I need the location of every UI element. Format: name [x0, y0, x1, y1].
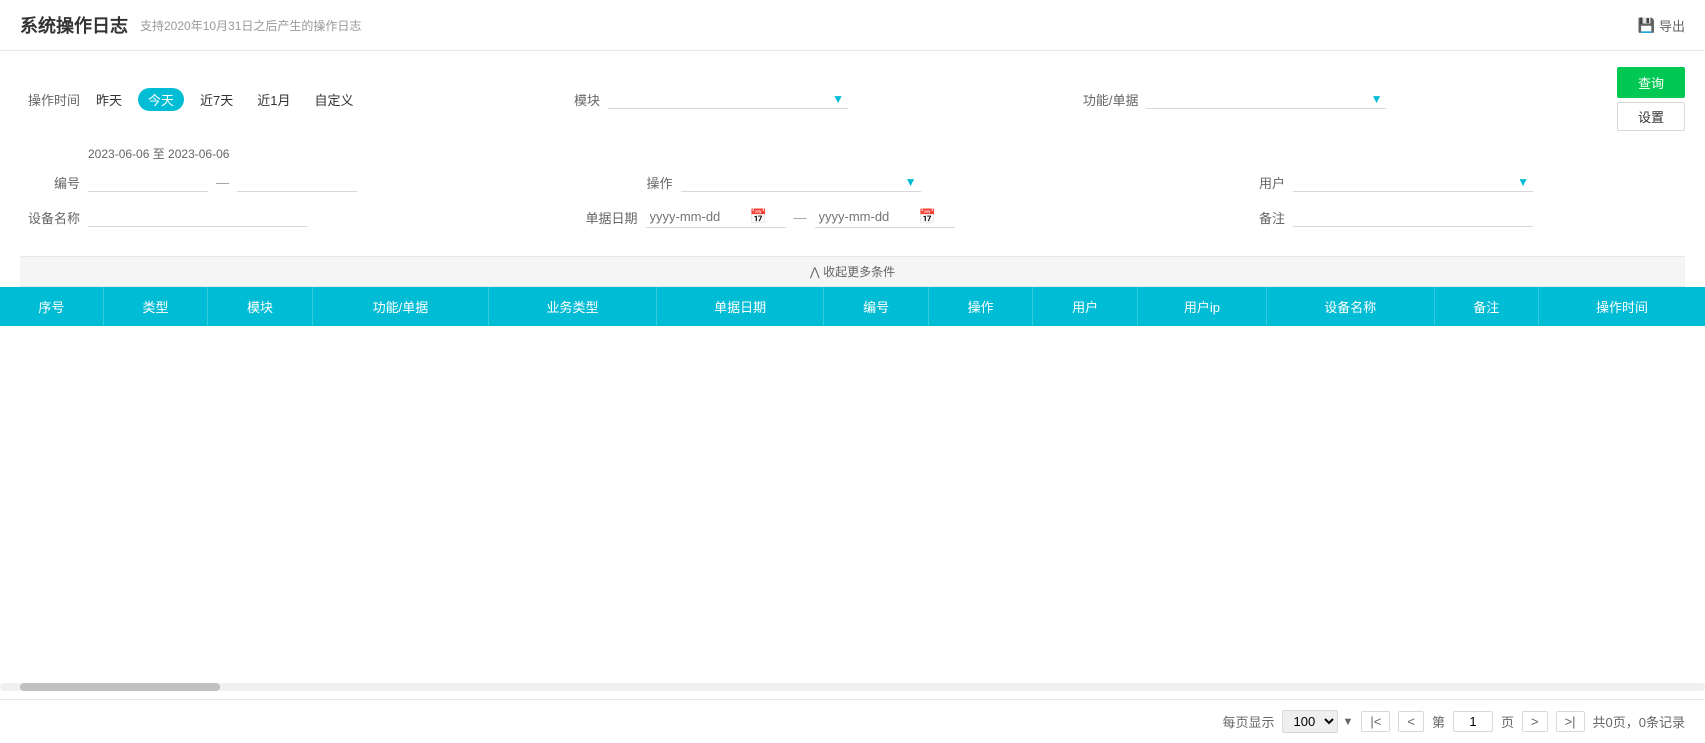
col-user: 用户	[1033, 287, 1137, 326]
page-title: 系统操作日志	[20, 12, 128, 38]
user-dropdown-icon: ▼	[1517, 175, 1529, 189]
calendar-from-icon[interactable]: 📅	[750, 208, 767, 225]
module-filter-group: 模块 ▼	[540, 90, 890, 109]
module-select[interactable]: ▼	[608, 90, 848, 109]
pagination-area: 每页显示 100 50 200 ▼ |< < 第 页 > >| 共0页，0条记录	[0, 699, 1705, 743]
time-btn-yesterday[interactable]: 昨天	[88, 88, 130, 111]
time-filter-group: 操作时间 昨天 今天 近7天 近1月 自定义	[20, 88, 362, 111]
col-biztype: 业务类型	[489, 287, 657, 326]
col-date: 单据日期	[656, 287, 824, 326]
dropdown-arrow-icon: ▼	[1342, 716, 1353, 728]
code-input-start[interactable]	[88, 172, 208, 192]
filter-section: 操作时间 昨天 今天 近7天 近1月 自定义 模块 ▼	[0, 51, 1705, 287]
col-userip: 用户ip	[1137, 287, 1266, 326]
collapse-label: 收起更多条件	[823, 265, 895, 279]
col-optime: 操作时间	[1539, 287, 1705, 326]
col-remark: 备注	[1434, 287, 1538, 326]
table-header-row: 序号 类型 模块 功能/单据 业务类型 单据日期 编号 操作 用户 用户ip 设…	[0, 287, 1705, 326]
time-btn-custom[interactable]: 自定义	[307, 88, 362, 111]
filter-row-1: 操作时间 昨天 今天 近7天 近1月 自定义 模块 ▼	[20, 67, 1685, 131]
scrollbar-thumb[interactable]	[20, 683, 220, 691]
action-buttons: 查询 设置	[1617, 67, 1685, 131]
operation-label: 操作	[613, 173, 673, 192]
calendar-to-icon[interactable]: 📅	[919, 208, 936, 225]
filter-row-2: 编号 — 操作 ▼ 用户	[20, 172, 1685, 192]
col-type: 类型	[103, 287, 207, 326]
time-btn-1month[interactable]: 近1月	[249, 88, 298, 111]
code-input-end[interactable]	[237, 172, 357, 192]
data-table: 序号 类型 模块 功能/单据 业务类型 单据日期 编号 操作 用户 用户ip 设…	[0, 287, 1705, 326]
next-page-button[interactable]: >	[1522, 711, 1548, 732]
collapse-bar[interactable]: ⋀ 收起更多条件	[20, 256, 1685, 287]
first-page-button[interactable]: |<	[1361, 711, 1390, 732]
function-filter-group: 功能/单据 ▼	[1068, 90, 1418, 109]
col-operation: 操作	[928, 287, 1032, 326]
header-left: 系统操作日志 支持2020年10月31日之后产生的操作日志	[20, 12, 361, 38]
time-range-display: 2023-06-06 至 2023-06-06	[88, 145, 1685, 162]
module-label: 模块	[540, 90, 600, 109]
function-dropdown-icon: ▼	[1371, 92, 1383, 106]
time-btn-today[interactable]: 今天	[138, 88, 184, 111]
date-filter-group: 单据日期 📅 — 📅	[578, 206, 998, 228]
scrollbar-track	[0, 683, 1705, 691]
remark-input[interactable]	[1293, 207, 1533, 227]
user-label: 用户	[1215, 173, 1285, 192]
module-dropdown-icon: ▼	[832, 92, 844, 106]
time-label: 操作时间	[20, 90, 80, 109]
collapse-icon: ⋀	[810, 265, 820, 279]
total-info: 共0页，0条记录	[1593, 712, 1685, 731]
device-label: 设备名称	[20, 208, 80, 227]
table-header: 序号 类型 模块 功能/单据 业务类型 单据日期 编号 操作 用户 用户ip 设…	[0, 287, 1705, 326]
col-device: 设备名称	[1266, 287, 1434, 326]
function-select[interactable]: ▼	[1146, 90, 1386, 109]
operation-filter-group: 操作 ▼	[613, 173, 963, 192]
per-page-select[interactable]: 100 50 200	[1282, 710, 1338, 733]
time-options: 昨天 今天 近7天 近1月 自定义	[88, 88, 362, 111]
col-module: 模块	[208, 287, 312, 326]
date-label: 单据日期	[578, 208, 638, 227]
page-input[interactable]	[1453, 711, 1493, 732]
export-label: 导出	[1659, 16, 1685, 35]
date-dash: —	[794, 210, 807, 225]
code-dash: —	[216, 175, 229, 190]
time-btn-7days[interactable]: 近7天	[192, 88, 241, 111]
user-filter-group: 用户 ▼	[1215, 173, 1565, 192]
device-filter-group: 设备名称	[20, 207, 360, 227]
page-header: 系统操作日志 支持2020年10月31日之后产生的操作日志 💾 导出	[0, 0, 1705, 51]
table-container: 序号 类型 模块 功能/单据 业务类型 单据日期 编号 操作 用户 用户ip 设…	[0, 287, 1705, 675]
filter-row-3: 设备名称 单据日期 📅 — 📅	[20, 206, 1685, 228]
function-label: 功能/单据	[1068, 90, 1138, 109]
last-page-button[interactable]: >|	[1556, 711, 1585, 732]
operation-dropdown-icon: ▼	[905, 175, 917, 189]
filter-rows-wrapper: 操作时间 昨天 今天 近7天 近1月 自定义 模块 ▼	[20, 67, 1685, 256]
remark-label: 备注	[1215, 208, 1285, 227]
col-function: 功能/单据	[312, 287, 488, 326]
query-button[interactable]: 查询	[1617, 67, 1685, 98]
code-label: 编号	[20, 173, 80, 192]
page-wrapper: 系统操作日志 支持2020年10月31日之后产生的操作日志 💾 导出 操作时间 …	[0, 0, 1705, 743]
user-select[interactable]: ▼	[1293, 173, 1533, 192]
export-button[interactable]: 💾 导出	[1638, 16, 1685, 35]
page-subtitle: 支持2020年10月31日之后产生的操作日志	[140, 17, 361, 34]
date-to-input[interactable]	[819, 209, 919, 224]
page-suffix: 页	[1501, 712, 1514, 731]
date-from-input[interactable]	[650, 209, 750, 224]
prev-page-button[interactable]: <	[1398, 711, 1424, 732]
remark-filter-group: 备注	[1215, 207, 1565, 227]
device-input[interactable]	[88, 207, 308, 227]
operation-select[interactable]: ▼	[681, 173, 921, 192]
date-to-wrapper: 📅	[815, 206, 955, 228]
page-label: 第	[1432, 712, 1445, 731]
per-page-label: 每页显示	[1222, 712, 1274, 731]
export-icon: 💾	[1638, 17, 1655, 34]
col-code: 编号	[824, 287, 928, 326]
col-seq: 序号	[0, 287, 103, 326]
settings-button[interactable]: 设置	[1617, 102, 1685, 131]
scrollbar-area	[0, 675, 1705, 699]
code-filter-group: 编号 —	[20, 172, 360, 192]
date-from-wrapper: 📅	[646, 206, 786, 228]
